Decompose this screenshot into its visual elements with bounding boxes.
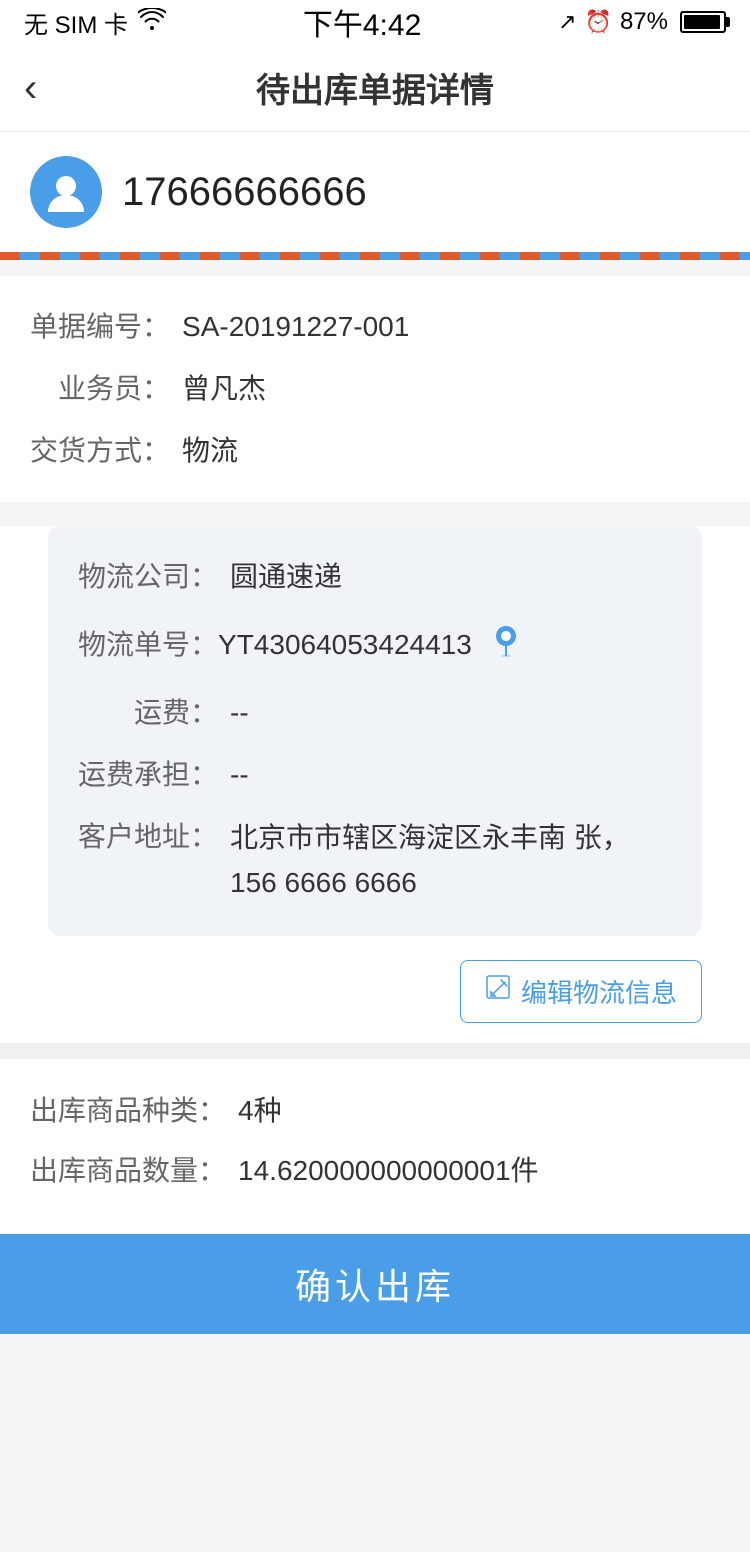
goods-quantity-label: 出库商品数量： (30, 1149, 226, 1189)
customer-header: 17666666666 (0, 132, 750, 252)
logistics-tracking-label: 物流单号： (78, 624, 218, 666)
order-no-label: 单据编号： (30, 306, 170, 348)
section-divider (0, 1043, 750, 1059)
logistics-tracking-row: 物流单号： YT43064053424413 (78, 618, 672, 672)
address-value: 北京市市辖区海淀区永丰南 张，156 6666 6666 (230, 816, 672, 906)
freight-value: -- (230, 692, 672, 734)
tracking-row-content: YT43064053424413 (218, 618, 524, 672)
customer-phone: 17666666666 (122, 170, 367, 215)
salesman-row: 业务员： 曾凡杰 (30, 368, 720, 410)
customer-avatar (30, 156, 102, 228)
freight-bear-row: 运费承担： -- (78, 754, 672, 796)
order-no-value: SA-20191227-001 (182, 306, 720, 348)
delivery-value: 物流 (182, 430, 720, 472)
logistics-section: 物流公司： 圆通速递 物流单号： YT43064053424413 运费： -- (48, 526, 702, 936)
battery-percent: 87% (620, 8, 668, 36)
bottom-spacer (0, 1332, 750, 1552)
confirm-btn-wrapper: 确认出库 (0, 1234, 750, 1334)
wifi-icon (138, 8, 166, 37)
order-info-section: 单据编号： SA-20191227-001 业务员： 曾凡杰 交货方式： 物流 (0, 276, 750, 502)
back-button[interactable]: ‹ (24, 68, 37, 108)
status-time: 下午4:42 (303, 0, 421, 44)
address-row: 客户地址： 北京市市辖区海淀区永丰南 张，156 6666 6666 (78, 816, 672, 906)
edit-logistics-btn-row: 编辑物流信息 (24, 960, 726, 1043)
dashed-border-decoration (0, 252, 750, 260)
confirm-button[interactable]: 确认出库 (295, 1258, 455, 1310)
delivery-label: 交货方式： (30, 430, 170, 472)
nav-bar: ‹ 待出库单据详情 (0, 44, 750, 132)
goods-types-value: 4种 (238, 1089, 282, 1129)
edit-logistics-icon (485, 974, 513, 1009)
freight-label: 运费： (78, 692, 218, 734)
logistics-company-row: 物流公司： 圆通速递 (78, 556, 672, 598)
delivery-row: 交货方式： 物流 (30, 430, 720, 472)
freight-bear-label: 运费承担： (78, 754, 218, 796)
logistics-company-label: 物流公司： (78, 556, 218, 598)
order-no-row: 单据编号： SA-20191227-001 (30, 306, 720, 348)
alarm-status-icon: ⏰ (585, 9, 612, 35)
goods-quantity-row: 出库商品数量： 14.620000000000001件 (30, 1149, 720, 1189)
carrier-text: 无 SIM 卡 (24, 5, 128, 40)
goods-quantity-value: 14.620000000000001件 (238, 1149, 539, 1189)
goods-types-label: 出库商品种类： (30, 1089, 226, 1129)
map-location-icon[interactable] (488, 618, 524, 672)
salesman-label: 业务员： (30, 368, 170, 410)
status-bar: 无 SIM 卡 下午4:42 ↗ ⏰ 87% (0, 0, 750, 44)
battery-icon (680, 11, 726, 33)
page-title: 待出库单据详情 (256, 63, 494, 112)
freight-row: 运费： -- (78, 692, 672, 734)
address-label: 客户地址： (78, 816, 218, 858)
edit-logistics-label: 编辑物流信息 (521, 973, 677, 1010)
location-status-icon: ↗ (558, 9, 576, 35)
goods-section: 出库商品种类： 4种 出库商品数量： 14.620000000000001件 (0, 1059, 750, 1239)
status-right: ↗ ⏰ 87% (558, 8, 726, 36)
freight-bear-value: -- (230, 754, 672, 796)
goods-types-row: 出库商品种类： 4种 (30, 1089, 720, 1129)
logistics-company-value: 圆通速递 (230, 556, 672, 598)
status-left: 无 SIM 卡 (24, 5, 166, 40)
edit-logistics-button[interactable]: 编辑物流信息 (460, 960, 702, 1023)
salesman-value: 曾凡杰 (182, 368, 720, 410)
tracking-number: YT43064053424413 (218, 624, 472, 666)
